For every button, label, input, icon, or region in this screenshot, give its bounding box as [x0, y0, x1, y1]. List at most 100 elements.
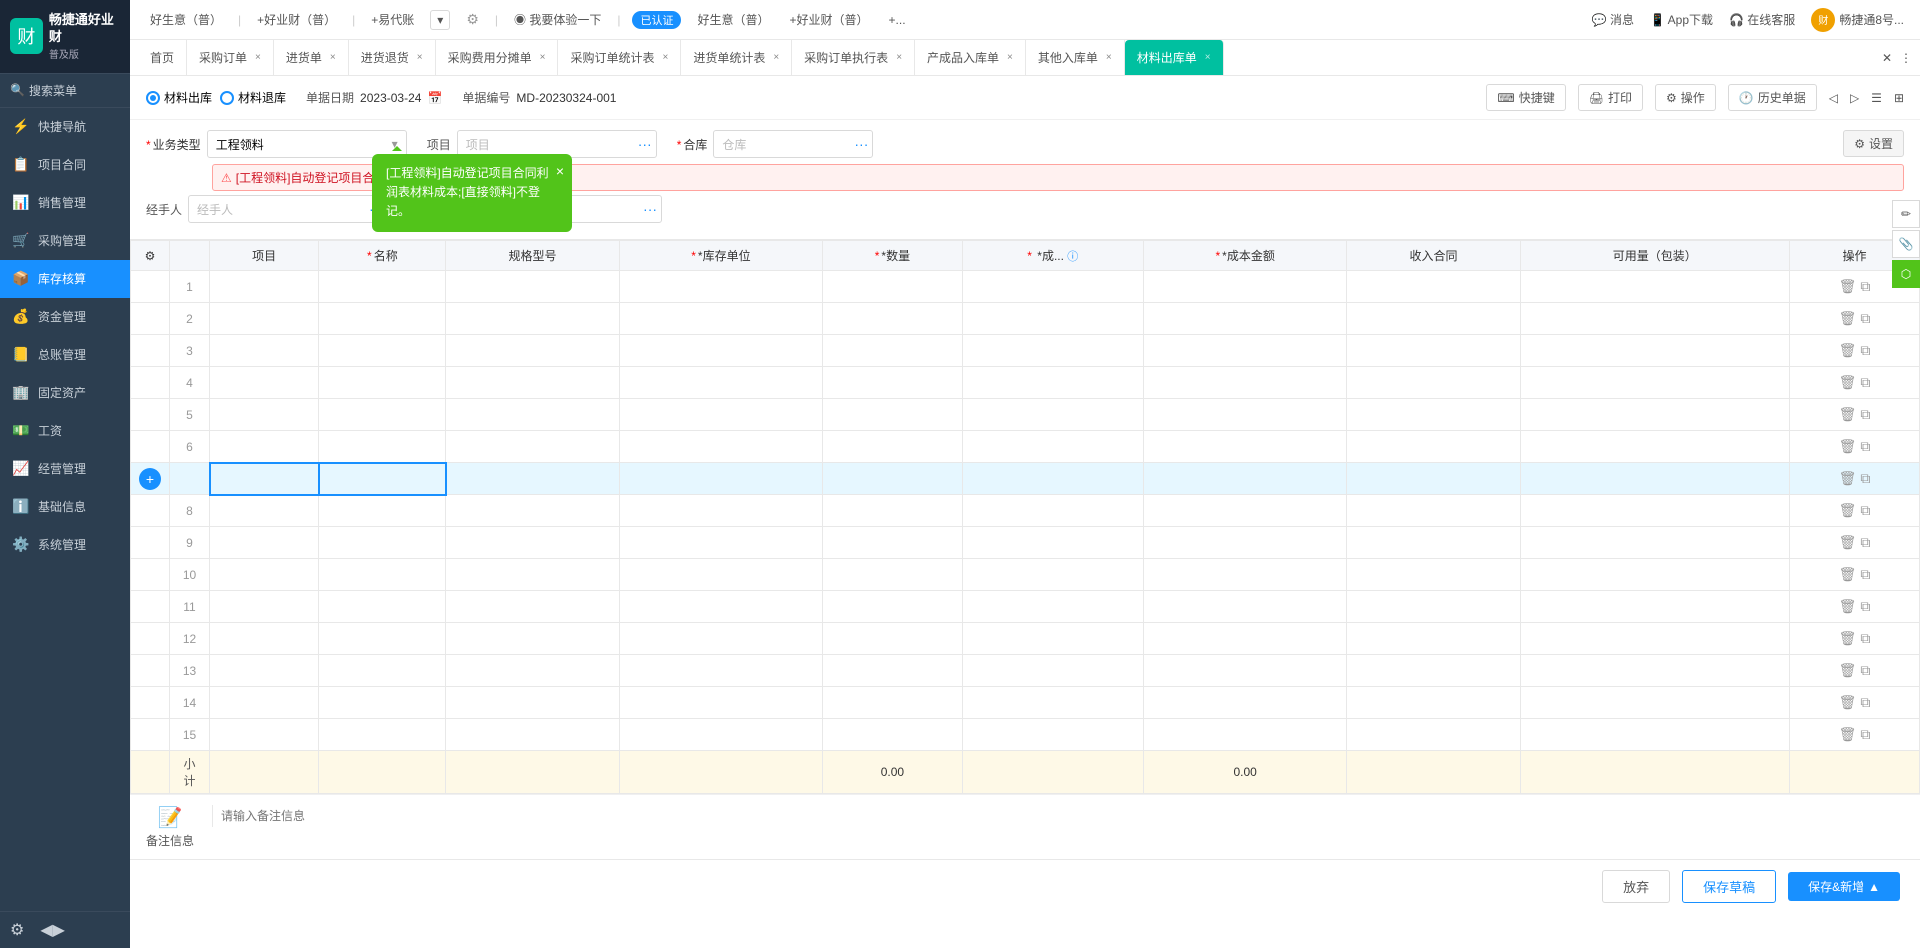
- tab-close-all[interactable]: ✕: [1882, 51, 1892, 65]
- tab-close-goods-return[interactable]: ×: [417, 52, 423, 63]
- row-13-delete-btn[interactable]: 🗑: [1839, 662, 1857, 679]
- row-12-delete-btn[interactable]: 🗑: [1839, 630, 1857, 647]
- settings-bottom-icon[interactable]: ⚙: [10, 920, 24, 940]
- add-row-btn[interactable]: +: [139, 468, 161, 490]
- row-5-delete-btn[interactable]: 🗑: [1839, 406, 1857, 423]
- row-10-delete-btn[interactable]: 🗑: [1839, 566, 1857, 583]
- row-7-copy-btn[interactable]: ⧉: [1860, 470, 1870, 487]
- topbar-nav-haoyecai[interactable]: +好业财（普）: [253, 11, 340, 28]
- row-3-delete-btn[interactable]: 🗑: [1839, 342, 1857, 359]
- right-mini-green-btn[interactable]: ⬡: [1892, 260, 1920, 288]
- tab-close-purchase-stats[interactable]: ×: [662, 52, 668, 63]
- row-6-copy-btn[interactable]: ⧉: [1860, 438, 1870, 455]
- collapse-icon[interactable]: ◀▶: [40, 920, 65, 940]
- save-new-btn[interactable]: 保存&新增 ▲: [1788, 872, 1900, 901]
- row-1-cost-amount[interactable]: [1143, 271, 1346, 303]
- topbar-nav-experience[interactable]: ◉ 我要体验一下: [510, 11, 605, 28]
- sidebar-item-sales[interactable]: 📊 销售管理: [0, 184, 130, 222]
- topbar-nav-more[interactable]: +...: [885, 13, 910, 27]
- row-2-unit[interactable]: [619, 303, 822, 335]
- row-9-delete-btn[interactable]: 🗑: [1839, 534, 1857, 551]
- print-btn[interactable]: 🖨打印: [1578, 84, 1643, 111]
- tab-finished-goods[interactable]: 产成品入库单×: [915, 40, 1026, 76]
- topbar-nav-yidaizhang[interactable]: +易代账: [367, 11, 418, 28]
- row-12-copy-btn[interactable]: ⧉: [1860, 630, 1870, 647]
- row-1-qty[interactable]: [823, 271, 963, 303]
- row-1-income-contract[interactable]: [1347, 271, 1520, 303]
- history-btn[interactable]: 🕐历史单据: [1728, 84, 1817, 111]
- row-2-qty[interactable]: [823, 303, 963, 335]
- tab-close-purchase-order[interactable]: ×: [255, 52, 261, 63]
- tab-home[interactable]: 首页: [138, 40, 187, 76]
- cost-info-icon[interactable]: ⓘ: [1067, 251, 1078, 263]
- row-5-copy-btn[interactable]: ⧉: [1860, 406, 1870, 423]
- save-dropdown-arrow[interactable]: ▲: [1868, 880, 1880, 894]
- topbar-settings-icon[interactable]: ⚙: [462, 11, 483, 28]
- right-mini-edit-btn[interactable]: ✏: [1892, 200, 1920, 228]
- row-4-copy-btn[interactable]: ⧉: [1860, 374, 1870, 391]
- prev-record-btn[interactable]: ◁: [1829, 91, 1838, 105]
- row-2-spec[interactable]: [446, 303, 619, 335]
- row-15-delete-btn[interactable]: 🗑: [1839, 726, 1857, 743]
- tab-close-purchase-exec[interactable]: ×: [896, 52, 902, 63]
- row-1-delete-btn[interactable]: 🗑: [1839, 278, 1857, 295]
- row-1-name[interactable]: [319, 271, 446, 303]
- row-2-cost-price[interactable]: [962, 303, 1143, 335]
- next-record-btn[interactable]: ▷: [1850, 91, 1859, 105]
- radio-material-return[interactable]: 材料退库: [220, 89, 286, 106]
- tab-other-receipt[interactable]: 其他入库单×: [1026, 40, 1125, 76]
- warehouse-ellipsis-btn[interactable]: ···: [854, 136, 868, 152]
- tab-goods-return[interactable]: 进货退货×: [349, 40, 436, 76]
- row-1-copy-btn[interactable]: ⧉: [1860, 278, 1870, 295]
- row-2-project[interactable]: [210, 303, 319, 335]
- income-contract-ellipsis-btn[interactable]: ···: [643, 201, 657, 217]
- sidebar-item-inventory[interactable]: 📦 库存核算: [0, 260, 130, 298]
- sidebar-item-finance[interactable]: 💰 资金管理: [0, 298, 130, 336]
- row-11-delete-btn[interactable]: 🗑: [1839, 598, 1857, 615]
- sidebar-item-salary[interactable]: 💵 工资: [0, 412, 130, 450]
- row-3-copy-btn[interactable]: ⧉: [1860, 342, 1870, 359]
- discard-btn[interactable]: 放弃: [1602, 870, 1670, 903]
- tab-more-options[interactable]: ⋮: [1900, 51, 1912, 65]
- sidebar-item-purchase[interactable]: 🛒 采购管理: [0, 222, 130, 260]
- radio-material-outbound[interactable]: 材料出库: [146, 89, 212, 106]
- project-ellipsis-btn[interactable]: ···: [638, 136, 652, 152]
- sidebar-item-ledger[interactable]: 📒 总账管理: [0, 336, 130, 374]
- tab-purchase-expense[interactable]: 采购费用分摊单×: [436, 40, 559, 76]
- row-7-delete-btn[interactable]: 🗑: [1839, 470, 1857, 487]
- quick-keys-btn[interactable]: ⌨快捷键: [1486, 84, 1565, 111]
- row-9-copy-btn[interactable]: ⧉: [1860, 534, 1870, 551]
- operation-btn[interactable]: ⚙操作: [1655, 84, 1716, 111]
- row-10-copy-btn[interactable]: ⧉: [1860, 566, 1870, 583]
- save-draft-btn[interactable]: 保存草稿: [1682, 870, 1776, 903]
- sidebar-item-system[interactable]: ⚙️ 系统管理: [0, 526, 130, 564]
- calendar-icon[interactable]: 📅: [427, 91, 442, 105]
- tab-close-other-receipt[interactable]: ×: [1106, 52, 1112, 63]
- row-1-unit[interactable]: [619, 271, 822, 303]
- topbar-nav-haoshengyi2[interactable]: 好生意（普）: [693, 11, 773, 28]
- tab-close-goods-receipt[interactable]: ×: [330, 52, 336, 63]
- row-2-cost-amount[interactable]: [1143, 303, 1346, 335]
- handler-input[interactable]: 经手人 ···: [188, 195, 388, 223]
- row-8-delete-btn[interactable]: 🗑: [1839, 502, 1857, 519]
- topbar-nav-haoshengyi[interactable]: 好生意（普）: [146, 11, 226, 28]
- row-4-delete-btn[interactable]: 🗑: [1839, 374, 1857, 391]
- row-14-copy-btn[interactable]: ⧉: [1860, 694, 1870, 711]
- warehouse-input[interactable]: 仓库 ···: [713, 130, 873, 158]
- tab-goods-receipt[interactable]: 进货单×: [274, 40, 349, 76]
- row-2-name[interactable]: [319, 303, 446, 335]
- topbar-online-service[interactable]: 🎧 在线客服: [1729, 11, 1795, 28]
- row-14-delete-btn[interactable]: 🗑: [1839, 694, 1857, 711]
- notes-input[interactable]: [212, 805, 1904, 827]
- col-settings-header[interactable]: ⚙: [131, 241, 170, 271]
- row-2-income-contract[interactable]: [1347, 303, 1520, 335]
- topbar-app-download[interactable]: 📱 App下载: [1650, 11, 1713, 28]
- sidebar-item-project[interactable]: 📋 项目合同: [0, 146, 130, 184]
- topbar-nav-dropdown[interactable]: ▾: [430, 10, 450, 30]
- sidebar-item-search[interactable]: 🔍 搜索菜单: [0, 74, 130, 108]
- row-1-spec[interactable]: [446, 271, 619, 303]
- row-15-copy-btn[interactable]: ⧉: [1860, 726, 1870, 743]
- tooltip-close-btn[interactable]: ×: [556, 160, 564, 182]
- row-6-delete-btn[interactable]: 🗑: [1839, 438, 1857, 455]
- sidebar-item-basic[interactable]: ℹ️ 基础信息: [0, 488, 130, 526]
